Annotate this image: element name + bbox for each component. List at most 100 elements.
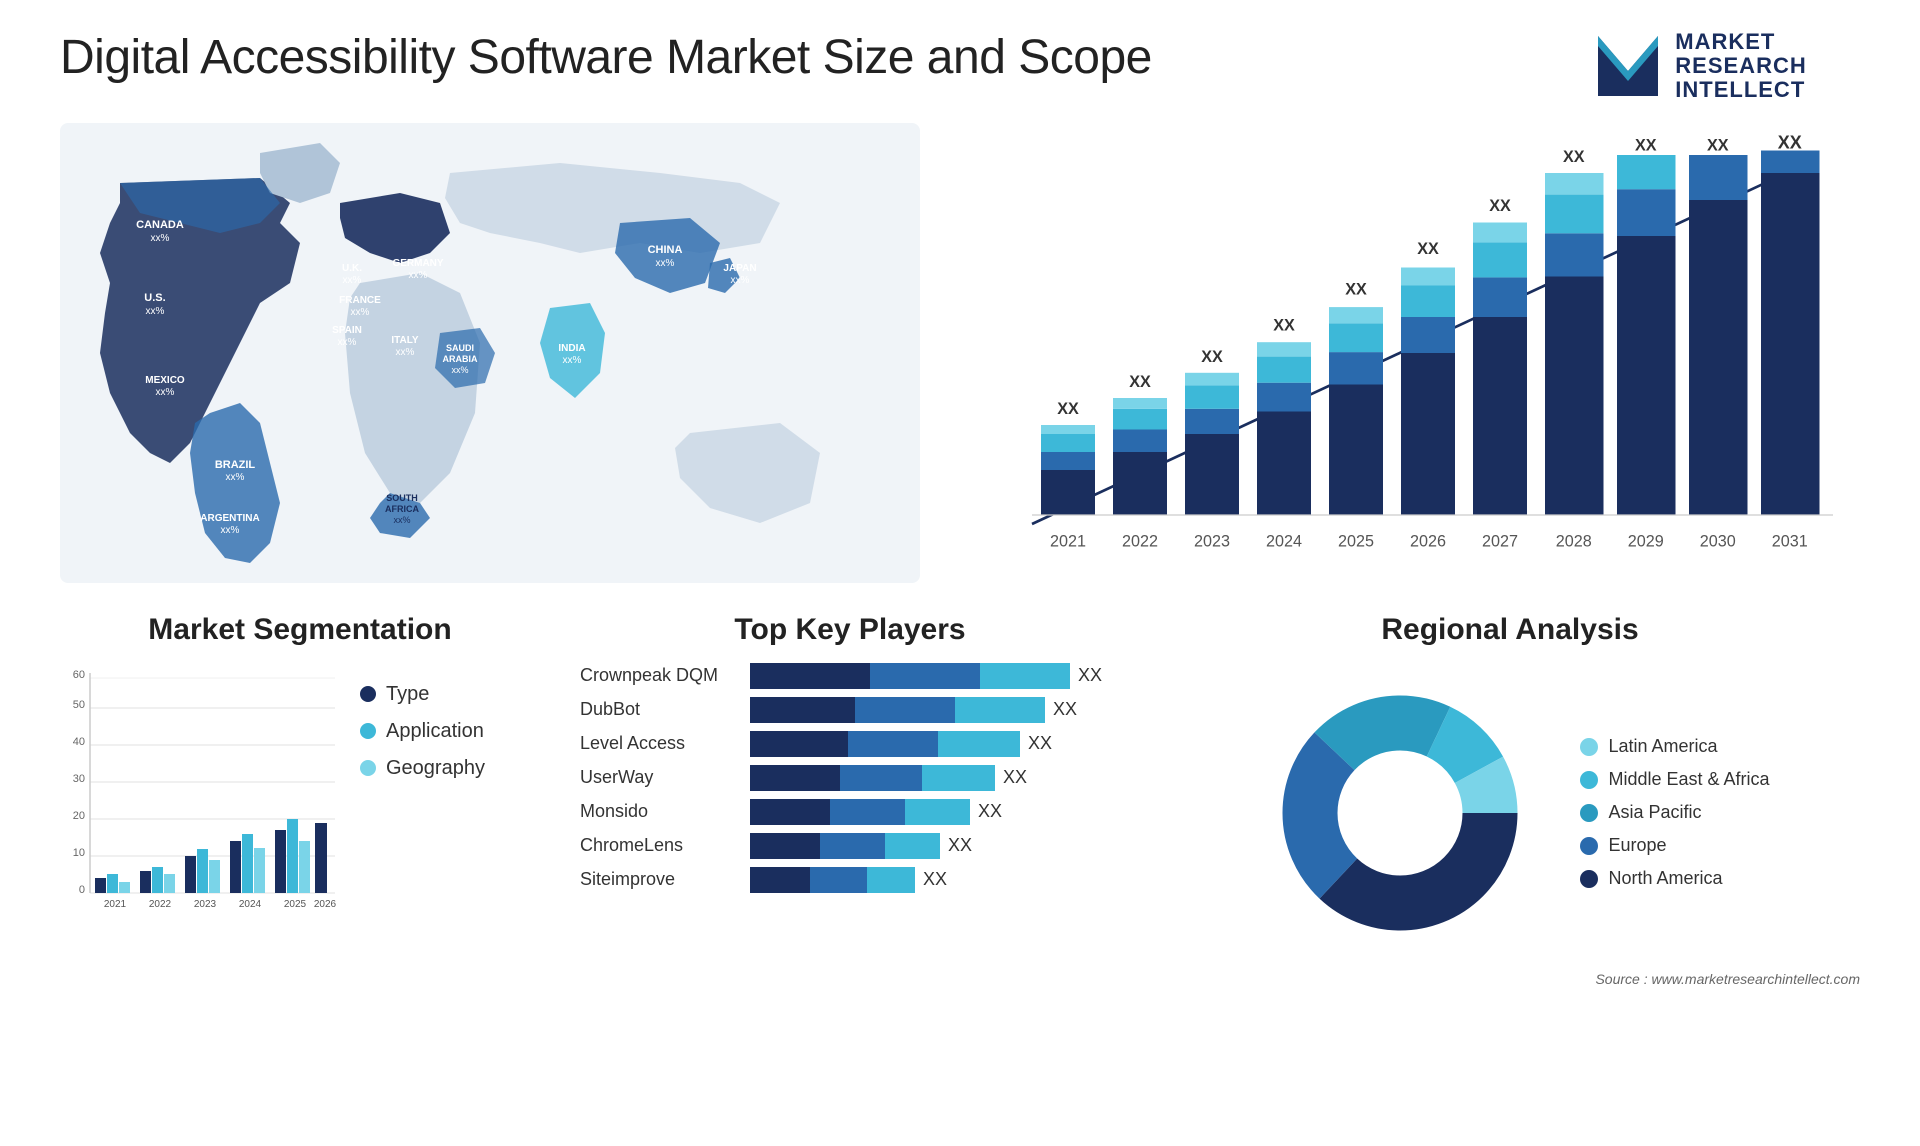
page: Digital Accessibility Software Market Si… xyxy=(0,0,1920,1146)
regional-title: Regional Analysis xyxy=(1160,613,1860,647)
segmentation-title: Market Segmentation xyxy=(60,613,540,647)
legend-application: Application xyxy=(360,720,485,743)
svg-text:xx%: xx% xyxy=(343,275,362,286)
legend-europe: Europe xyxy=(1580,835,1769,856)
map-label-china: CHINA xyxy=(648,244,683,256)
svg-text:2024: 2024 xyxy=(1266,532,1302,550)
map-label-us: U.S. xyxy=(144,292,165,304)
svg-text:2026: 2026 xyxy=(314,899,337,910)
svg-text:2022: 2022 xyxy=(149,899,172,910)
segmentation-section: Market Segmentation 0 10 20 30 40 50 60 xyxy=(60,613,540,923)
legend-geography: Geography xyxy=(360,757,485,780)
player-row-crownpeak: Crownpeak DQM XX xyxy=(580,663,1120,689)
seg-bars-svg: 0 10 20 30 40 50 60 xyxy=(60,663,340,923)
top-section: CANADA xx% U.S. xx% MEXICO xx% BRAZIL xx… xyxy=(60,123,1860,583)
legend-dot-geography xyxy=(360,760,376,776)
player-row-siteimprove: Siteimprove XX xyxy=(580,867,1120,893)
player-row-levelaccess: Level Access XX xyxy=(580,731,1120,757)
svg-text:50: 50 xyxy=(73,699,85,711)
svg-text:xx%: xx% xyxy=(563,355,582,366)
world-map: CANADA xx% U.S. xx% MEXICO xx% BRAZIL xx… xyxy=(60,123,920,583)
svg-text:XX: XX xyxy=(1345,280,1367,298)
map-label-argentina: ARGENTINA xyxy=(200,513,259,524)
map-svg: CANADA xx% U.S. xx% MEXICO xx% BRAZIL xx… xyxy=(60,123,920,583)
legend-north-america: North America xyxy=(1580,868,1769,889)
svg-text:2025: 2025 xyxy=(1338,532,1374,550)
map-label-southafrica: SOUTH xyxy=(386,493,418,503)
legend-type: Type xyxy=(360,683,485,706)
legend-latin-america: Latin America xyxy=(1580,736,1769,757)
map-label-india: INDIA xyxy=(558,343,585,354)
donut-svg xyxy=(1250,663,1550,963)
svg-text:2024: 2024 xyxy=(239,899,262,910)
map-label-brazil: BRAZIL xyxy=(215,459,256,471)
player-row-dubbot: DubBot XX xyxy=(580,697,1120,723)
svg-text:xx%: xx% xyxy=(393,515,410,525)
regional-legend: Latin America Middle East & Africa Asia … xyxy=(1580,736,1769,889)
svg-text:60: 60 xyxy=(73,669,85,681)
svg-text:XX: XX xyxy=(1778,132,1802,152)
legend-asia-pacific: Asia Pacific xyxy=(1580,802,1769,823)
svg-text:xx%: xx% xyxy=(221,525,240,536)
map-label-japan: JAPAN xyxy=(723,263,756,274)
svg-text:XX: XX xyxy=(1057,400,1079,418)
svg-text:2026: 2026 xyxy=(1410,532,1446,550)
svg-text:0: 0 xyxy=(79,884,85,896)
svg-text:2027: 2027 xyxy=(1482,532,1518,550)
svg-text:2021: 2021 xyxy=(1050,532,1086,550)
map-label-germany: GERMANY xyxy=(392,258,443,269)
player-row-chromelens: ChromeLens XX xyxy=(580,833,1120,859)
svg-text:2023: 2023 xyxy=(1194,532,1230,550)
map-label-canada: CANADA xyxy=(136,219,184,231)
map-label-italy: ITALY xyxy=(391,335,419,346)
svg-text:xx%: xx% xyxy=(338,337,357,348)
svg-text:AFRICA: AFRICA xyxy=(385,504,419,514)
svg-text:xx%: xx% xyxy=(731,275,750,286)
svg-text:XX: XX xyxy=(1635,136,1657,154)
growth-chart-svg: XX 2021 XX 2022 XX 2023 xyxy=(960,123,1860,583)
player-row-monsido: Monsido XX xyxy=(580,799,1120,825)
svg-text:XX: XX xyxy=(1563,148,1585,166)
svg-text:XX: XX xyxy=(1129,373,1151,391)
svg-text:xx%: xx% xyxy=(656,258,675,269)
svg-text:20: 20 xyxy=(73,810,85,822)
svg-text:2029: 2029 xyxy=(1628,532,1664,550)
svg-text:xx%: xx% xyxy=(156,387,175,398)
map-label-spain: SPAIN xyxy=(332,325,362,336)
svg-text:XX: XX xyxy=(1707,136,1729,154)
svg-text:2023: 2023 xyxy=(194,899,217,910)
svg-text:30: 30 xyxy=(73,773,85,785)
svg-text:xx%: xx% xyxy=(146,306,165,317)
svg-text:2031: 2031 xyxy=(1772,532,1808,550)
svg-text:2021: 2021 xyxy=(104,899,127,910)
svg-text:10: 10 xyxy=(73,847,85,859)
source-text: Source : www.marketresearchintellect.com xyxy=(1160,971,1860,987)
growth-chart: XX 2021 XX 2022 XX 2023 xyxy=(960,123,1860,583)
regional-section: Regional Analysis xyxy=(1160,613,1860,987)
svg-text:XX: XX xyxy=(1273,316,1295,334)
logo: MARKET RESEARCH INTELLECT xyxy=(1540,30,1860,103)
map-label-france: FRANCE xyxy=(339,295,381,306)
svg-text:2030: 2030 xyxy=(1700,532,1736,550)
map-label-uk: U.K. xyxy=(342,263,362,274)
svg-text:xx%: xx% xyxy=(351,307,370,318)
seg-chart-wrap: 0 10 20 30 40 50 60 xyxy=(60,663,540,923)
logo-text: MARKET RESEARCH INTELLECT xyxy=(1675,30,1806,103)
map-label-mexico: MEXICO xyxy=(145,375,185,386)
svg-text:2025: 2025 xyxy=(284,899,307,910)
svg-text:XX: XX xyxy=(1201,348,1223,366)
svg-text:XX: XX xyxy=(1417,240,1439,258)
players-list: Crownpeak DQM XX DubBot xyxy=(580,663,1120,893)
svg-text:xx%: xx% xyxy=(451,365,468,375)
svg-text:xx%: xx% xyxy=(151,233,170,244)
key-players-title: Top Key Players xyxy=(580,613,1120,647)
svg-text:XX: XX xyxy=(1489,196,1511,214)
svg-text:2022: 2022 xyxy=(1122,532,1158,550)
header: Digital Accessibility Software Market Si… xyxy=(60,30,1860,103)
svg-text:xx%: xx% xyxy=(396,347,415,358)
legend-middle-east-africa: Middle East & Africa xyxy=(1580,769,1769,790)
donut-wrap: Latin America Middle East & Africa Asia … xyxy=(1160,663,1860,963)
key-players-section: Top Key Players Crownpeak DQM XX xyxy=(580,613,1120,893)
segmentation-legend: Type Application Geography xyxy=(360,663,485,780)
legend-dot-type xyxy=(360,686,376,702)
